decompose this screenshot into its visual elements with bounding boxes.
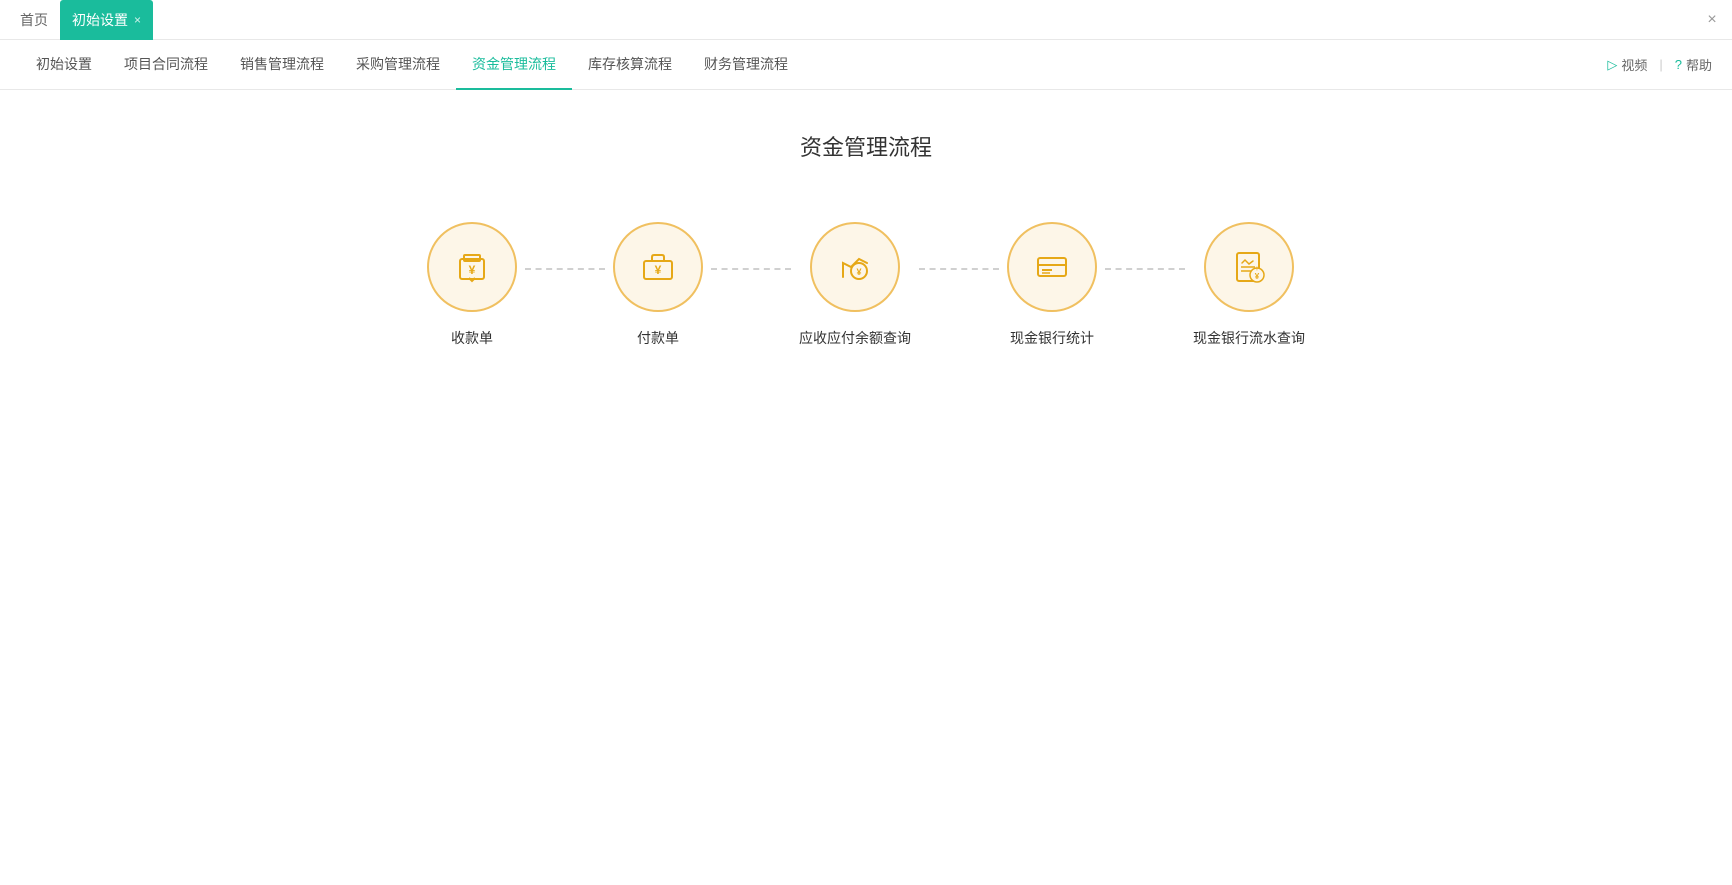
- active-tab-label: 初始设置: [72, 10, 128, 30]
- top-bar: 首页 初始设置 × ×: [0, 0, 1732, 40]
- help-icon: ?: [1675, 57, 1682, 72]
- receipt-label: 收款单: [451, 328, 493, 348]
- balance-label: 应收应付余额查询: [799, 328, 911, 348]
- flow-item-cashbank[interactable]: 现金银行统计: [1007, 222, 1097, 348]
- flow-item-balance[interactable]: ¥ 应收应付余额查询: [799, 222, 911, 348]
- connector-1: [525, 268, 605, 302]
- nav-item-inventory[interactable]: 库存核算流程: [572, 40, 688, 90]
- flow-item-receipt[interactable]: ¥ 收款单: [427, 222, 517, 348]
- connector-4: [1105, 268, 1185, 302]
- nav-divider: |: [1659, 57, 1662, 72]
- svg-text:¥: ¥: [856, 267, 861, 277]
- nav-right: ▷ 视频 | ? 帮助: [1607, 55, 1712, 74]
- svg-text:+: +: [1255, 264, 1260, 273]
- flow-item-flow[interactable]: ¥ + 现金银行流水查询: [1193, 222, 1305, 348]
- connector-2: [711, 268, 791, 302]
- help-label: 帮助: [1686, 55, 1712, 74]
- cashbank-icon-circle: [1007, 222, 1097, 312]
- main-content: 资金管理流程 ¥ 收款单: [0, 90, 1732, 388]
- nav-item-finance[interactable]: 财务管理流程: [688, 40, 804, 90]
- cashbank-label: 现金银行统计: [1010, 328, 1094, 348]
- svg-text:¥: ¥: [469, 263, 476, 277]
- payment-label: 付款单: [637, 328, 679, 348]
- connector-3: [919, 268, 999, 302]
- nav-item-project[interactable]: 项目合同流程: [108, 40, 224, 90]
- flow-label: 现金银行流水查询: [1193, 328, 1305, 348]
- top-bar-right: ×: [1700, 8, 1724, 32]
- balance-icon-circle: ¥: [810, 222, 900, 312]
- flow-item-payment[interactable]: ¥ 付款单: [613, 222, 703, 348]
- play-icon: ▷: [1607, 57, 1617, 73]
- receipt-icon-circle: ¥: [427, 222, 517, 312]
- flow-row: ¥ 收款单 ¥ 付款单: [427, 222, 1305, 348]
- video-label: 视频: [1621, 55, 1647, 74]
- nav-item-sales[interactable]: 销售管理流程: [224, 40, 340, 90]
- page-title: 资金管理流程: [800, 130, 932, 162]
- svg-text:¥: ¥: [655, 263, 662, 277]
- nav-item-initial[interactable]: 初始设置: [20, 40, 108, 90]
- nav-item-purchase[interactable]: 采购管理流程: [340, 40, 456, 90]
- help-link[interactable]: ? 帮助: [1675, 55, 1712, 74]
- tab-close-icon[interactable]: ×: [134, 13, 141, 27]
- flow-icon-circle: ¥ +: [1204, 222, 1294, 312]
- home-tab-label: 首页: [20, 10, 48, 30]
- svg-text:¥: ¥: [1255, 272, 1260, 281]
- nav-bar: 初始设置 项目合同流程 销售管理流程 采购管理流程 资金管理流程 库存核算流程 …: [0, 40, 1732, 90]
- nav-item-fund[interactable]: 资金管理流程: [456, 40, 572, 90]
- home-tab[interactable]: 首页: [8, 0, 60, 40]
- active-tab[interactable]: 初始设置 ×: [60, 0, 153, 40]
- window-close-button[interactable]: ×: [1700, 8, 1724, 32]
- video-link[interactable]: ▷ 视频: [1607, 55, 1647, 74]
- payment-icon-circle: ¥: [613, 222, 703, 312]
